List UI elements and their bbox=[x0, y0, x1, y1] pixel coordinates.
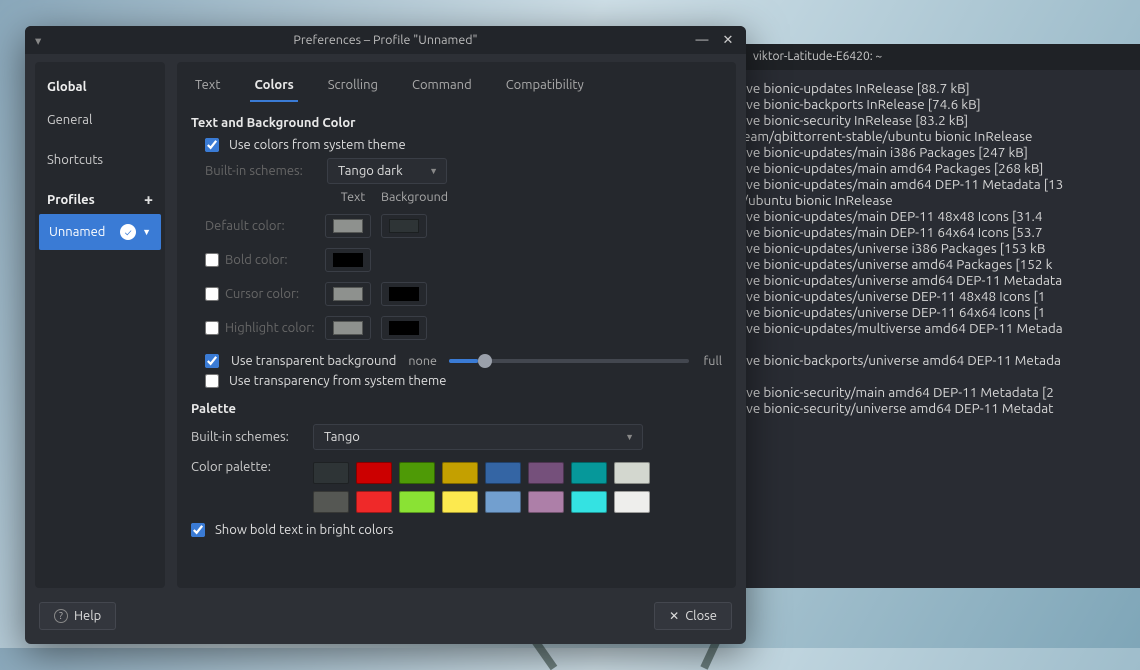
palette-color-2[interactable] bbox=[399, 462, 435, 484]
row-bold-bright: Show bold text in bright colors bbox=[191, 523, 722, 537]
preferences-tabs: Text Colors Scrolling Command Compatibil… bbox=[191, 72, 722, 102]
checkbox-cursor-color[interactable] bbox=[205, 287, 219, 301]
section-text-bg: Text and Background Color bbox=[191, 116, 722, 130]
cursor-text-color[interactable] bbox=[325, 282, 371, 306]
terminal-titlebar: viktor-Latitude-E6420: ~ bbox=[743, 44, 1140, 70]
highlight-bg-color[interactable] bbox=[381, 316, 427, 340]
terminal-window: viktor-Latitude-E6420: ~ ive bionic-upda… bbox=[743, 44, 1140, 588]
palette-color-6[interactable] bbox=[571, 462, 607, 484]
checkbox-transp-theme[interactable] bbox=[205, 374, 219, 388]
preferences-footer: ? Help ✕ Close bbox=[25, 588, 746, 644]
colhead-bg: Background bbox=[381, 190, 441, 204]
window-menu-icon[interactable]: ▾ bbox=[35, 33, 49, 47]
close-button[interactable]: ✕ Close bbox=[654, 602, 732, 630]
sidebar-heading-profiles: Profiles + bbox=[35, 180, 165, 214]
palette-color-7[interactable] bbox=[614, 462, 650, 484]
terminal-title: viktor-Latitude-E6420: ~ bbox=[753, 49, 882, 65]
default-profile-icon: ✓ bbox=[120, 224, 136, 240]
preferences-window: ▾ Preferences – Profile "Unnamed" — ✕ Gl… bbox=[25, 26, 746, 644]
checkbox-bold-color[interactable] bbox=[205, 253, 219, 267]
combo-palette-scheme[interactable]: Tango ▼ bbox=[313, 424, 643, 450]
close-icon: ✕ bbox=[669, 609, 679, 623]
palette-color-0[interactable] bbox=[313, 462, 349, 484]
tab-compatibility[interactable]: Compatibility bbox=[502, 72, 588, 102]
tab-scrolling[interactable]: Scrolling bbox=[324, 72, 382, 102]
sidebar-item-general[interactable]: General bbox=[35, 100, 165, 140]
palette-color-13[interactable] bbox=[528, 491, 564, 513]
help-button[interactable]: ? Help bbox=[39, 602, 116, 630]
palette-color-1[interactable] bbox=[356, 462, 392, 484]
color-grid: Text Background Default color: Bold colo… bbox=[205, 190, 722, 340]
sidebar-heading-global: Global bbox=[35, 68, 165, 100]
palette-color-4[interactable] bbox=[485, 462, 521, 484]
tab-text[interactable]: Text bbox=[191, 72, 224, 102]
help-icon: ? bbox=[54, 609, 68, 623]
palette-color-3[interactable] bbox=[442, 462, 478, 484]
transparency-slider[interactable] bbox=[449, 359, 689, 363]
preferences-sidebar: Global General Shortcuts Profiles + Unna… bbox=[35, 62, 165, 588]
tab-command[interactable]: Command bbox=[408, 72, 476, 102]
chevron-down-icon: ▼ bbox=[625, 432, 634, 442]
row-palette: Color palette: bbox=[191, 456, 722, 513]
row-transp-theme: Use transparency from system theme bbox=[205, 374, 722, 388]
row-builtin-scheme: Built-in schemes: Tango dark ▼ bbox=[205, 158, 722, 184]
minimize-button[interactable]: — bbox=[692, 30, 712, 50]
palette-color-9[interactable] bbox=[356, 491, 392, 513]
palette-color-12[interactable] bbox=[485, 491, 521, 513]
highlight-text-color[interactable] bbox=[325, 316, 371, 340]
checkbox-use-system-colors[interactable] bbox=[205, 138, 219, 152]
tab-colors[interactable]: Colors bbox=[250, 72, 297, 102]
checkbox-transparent-bg[interactable] bbox=[205, 354, 219, 368]
preferences-title: Preferences – Profile "Unnamed" bbox=[293, 33, 477, 47]
chevron-down-icon: ▼ bbox=[429, 166, 438, 176]
cursor-bg-color[interactable] bbox=[381, 282, 427, 306]
default-text-color[interactable] bbox=[325, 214, 371, 238]
section-palette: Palette bbox=[191, 402, 722, 416]
palette-grid bbox=[313, 462, 650, 513]
sidebar-item-shortcuts[interactable]: Shortcuts bbox=[35, 140, 165, 180]
row-palette-scheme: Built-in schemes: Tango ▼ bbox=[191, 424, 722, 450]
add-profile-button[interactable]: + bbox=[144, 192, 153, 208]
palette-color-8[interactable] bbox=[313, 491, 349, 513]
palette-color-10[interactable] bbox=[399, 491, 435, 513]
sidebar-item-profile-unnamed[interactable]: Unnamed ✓ ▼ bbox=[39, 214, 161, 250]
row-transparent-bg: Use transparent background none full bbox=[205, 354, 722, 368]
checkbox-bold-bright[interactable] bbox=[191, 523, 205, 537]
default-bg-color[interactable] bbox=[381, 214, 427, 238]
palette-color-5[interactable] bbox=[528, 462, 564, 484]
palette-color-14[interactable] bbox=[571, 491, 607, 513]
checkbox-highlight-color[interactable] bbox=[205, 321, 219, 335]
row-use-system-colors: Use colors from system theme bbox=[205, 138, 722, 152]
preferences-titlebar[interactable]: ▾ Preferences – Profile "Unnamed" — ✕ bbox=[25, 26, 746, 54]
preferences-main: Text Colors Scrolling Command Compatibil… bbox=[177, 62, 736, 588]
palette-color-11[interactable] bbox=[442, 491, 478, 513]
close-window-button[interactable]: ✕ bbox=[718, 30, 738, 50]
chevron-down-icon[interactable]: ▼ bbox=[142, 227, 151, 237]
bold-text-color[interactable] bbox=[325, 248, 371, 272]
colhead-text: Text bbox=[325, 190, 381, 204]
palette-color-15[interactable] bbox=[614, 491, 650, 513]
combo-builtin-scheme[interactable]: Tango dark ▼ bbox=[327, 158, 447, 184]
terminal-body: ive bionic-updates InRelease [88.7 kB] i… bbox=[743, 70, 1140, 416]
